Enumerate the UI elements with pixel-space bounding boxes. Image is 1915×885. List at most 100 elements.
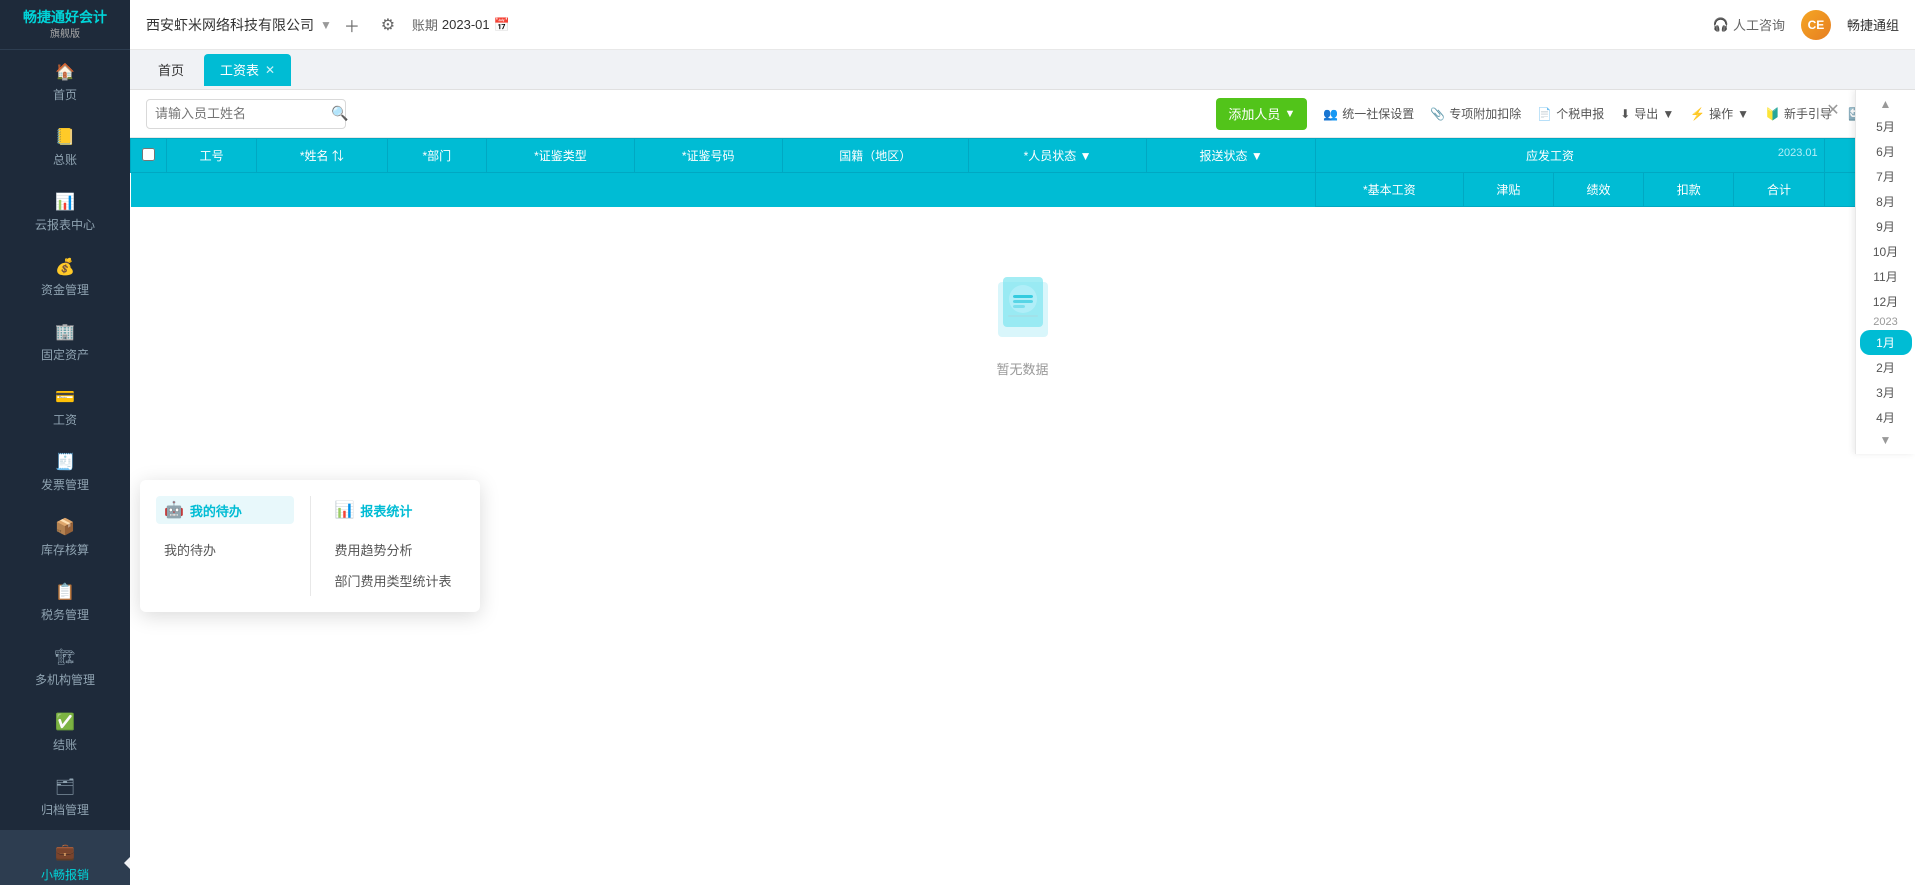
sidebar-item-home[interactable]: 🏠 首页 <box>0 50 130 115</box>
sidebar-label-salary: 工资 <box>53 411 77 428</box>
sidebar-item-cloud-report[interactable]: 📊 云报表中心 <box>0 180 130 245</box>
month-down-button[interactable]: ▼ <box>1872 430 1900 450</box>
month-item-6[interactable]: 6月 <box>1860 139 1912 164</box>
tax-report-icon: 📄 <box>1537 107 1552 121</box>
customer-service-button[interactable]: 🎧 人工咨询 <box>1713 15 1785 34</box>
sidebar-label-tax: 税务管理 <box>41 606 89 623</box>
inventory-icon: 📦 <box>55 517 75 537</box>
main-area: 西安虾米网络科技有限公司 ▼ ＋ ⚙ 账期 2023-01 📅 🎧 人工咨询 C… <box>130 0 1915 885</box>
close-panel-button[interactable]: ✕ <box>1821 98 1845 122</box>
tab-salary-table[interactable]: 工资表 ✕ <box>204 54 291 86</box>
popup-item-dept-cost[interactable]: 部门费用类型统计表 <box>327 565 465 596</box>
sidebar-item-tax[interactable]: 📋 税务管理 <box>0 570 130 635</box>
add-person-label: 添加人员 <box>1228 104 1280 123</box>
salary-icon: 💳 <box>55 387 75 407</box>
xiaochang-icon: 💼 <box>55 842 75 862</box>
month-item-10[interactable]: 10月 <box>1860 239 1912 264</box>
special-deduct-label: 专项附加扣除 <box>1449 105 1521 122</box>
operations-action[interactable]: ⚡ 操作 ▼ <box>1682 98 1757 130</box>
month-item-8[interactable]: 8月 <box>1860 189 1912 214</box>
add-person-button[interactable]: 添加人员 ▼ <box>1216 98 1307 130</box>
sidebar-label-cloud-report: 云报表中心 <box>35 216 95 233</box>
salary-table: 工号 *姓名 ⇅ *部门 *证鉴类型 *证鉴号码 国籍（地区） *人员状态 ▼ … <box>130 138 1915 438</box>
month-item-4[interactable]: 4月 <box>1860 405 1912 430</box>
sidebar-item-settlement[interactable]: ✅ 结账 <box>0 700 130 765</box>
social-security-action[interactable]: 👥 统一社保设置 <box>1315 98 1422 130</box>
archive-icon: 🗂 <box>55 777 75 797</box>
tab-close-icon[interactable]: ✕ <box>265 63 275 77</box>
sidebar-item-multi-org[interactable]: 🏗 多机构管理 <box>0 635 130 700</box>
month-item-1[interactable]: 1月 <box>1860 330 1912 355</box>
settings-icon[interactable]: ⚙ <box>376 13 400 37</box>
month-item-3[interactable]: 3月 <box>1860 380 1912 405</box>
month-item-11[interactable]: 11月 <box>1860 264 1912 289</box>
ledger-icon: 📒 <box>55 127 75 147</box>
sidebar-item-inventory[interactable]: 📦 库存核算 <box>0 505 130 570</box>
popup-todo-title[interactable]: 🤖 我的待办 <box>156 496 294 524</box>
tax-report-action[interactable]: 📄 个税申报 <box>1529 98 1612 130</box>
checkbox-th[interactable] <box>131 139 167 173</box>
sidebar-item-archive[interactable]: 🗂 归档管理 <box>0 765 130 830</box>
month-panel: ▲ 5月 6月 7月 8月 9月 10月 11月 12月 2023 1月 2月 … <box>1855 90 1915 454</box>
export-icon: ⬇ <box>1620 107 1630 121</box>
operations-label: 操作 <box>1709 105 1733 122</box>
user-name[interactable]: 畅捷通组 <box>1847 15 1899 34</box>
toolbar: 🔍 添加人员 ▼ 👥 统一社保设置 📎 专项附加扣除 <box>130 90 1915 138</box>
month-item-12[interactable]: 12月 <box>1860 289 1912 314</box>
employee-search-input[interactable] <box>155 106 331 121</box>
select-all-checkbox[interactable] <box>142 148 155 161</box>
sidebar-item-salary[interactable]: 💳 工资 <box>0 375 130 440</box>
col-deduction: 扣款 <box>1644 173 1734 207</box>
popup-item-my-todo[interactable]: 我的待办 <box>156 534 294 565</box>
empty-illustration <box>983 267 1063 347</box>
logo-text: 畅捷通好会计 <box>23 9 107 26</box>
month-item-9[interactable]: 9月 <box>1860 214 1912 239</box>
export-action[interactable]: ⬇ 导出 ▼ <box>1612 98 1682 130</box>
sidebar-item-xiaochang[interactable]: 💼 小畅报销 <box>0 830 130 885</box>
sidebar-label-fund: 资金管理 <box>41 281 89 298</box>
search-icon[interactable]: 🔍 <box>331 105 348 122</box>
sidebar-item-invoice[interactable]: 🧾 发票管理 <box>0 440 130 505</box>
fund-icon: 💰 <box>55 257 75 277</box>
col-salary-group: 应发工资 2023.01 <box>1316 139 1825 173</box>
col-base-salary: *基本工资 <box>1316 173 1464 207</box>
empty-state: 暂无数据 <box>131 207 1915 438</box>
tax-report-label: 个税申报 <box>1556 105 1604 122</box>
sidebar-item-fund[interactable]: 💰 资金管理 <box>0 245 130 310</box>
sidebar-item-ledger[interactable]: 📒 总账 <box>0 115 130 180</box>
company-selector[interactable]: 西安虾米网络科技有限公司 ▼ <box>146 15 332 35</box>
popup-report-title[interactable]: 📊 报表统计 <box>327 496 465 524</box>
col-person-status: *人员状态 ▼ <box>968 139 1146 173</box>
operations-icon: ⚡ <box>1690 107 1705 121</box>
popup-divider <box>310 496 311 596</box>
home-icon: 🏠 <box>55 62 75 82</box>
calendar-icon[interactable]: 📅 <box>494 17 510 33</box>
period-value: 2023-01 <box>442 17 490 32</box>
sidebar: 畅捷通好会计 旗舰版 🏠 首页 📒 总账 📊 云报表中心 💰 资金管理 <box>0 0 130 885</box>
cloud-report-icon: 📊 <box>55 192 75 212</box>
sidebar-label-settlement: 结账 <box>53 736 77 753</box>
top-bar-right: 🎧 人工咨询 CE 畅捷通组 <box>1713 10 1899 40</box>
add-person-dropdown-icon: ▼ <box>1284 108 1295 120</box>
special-deduct-icon: 📎 <box>1430 107 1445 121</box>
tab-home[interactable]: 首页 <box>142 54 200 86</box>
todo-title-label: 我的待办 <box>190 501 242 520</box>
avatar-initials: CE <box>1808 18 1825 32</box>
add-company-button[interactable]: ＋ <box>340 13 364 37</box>
sidebar-label-invoice: 发票管理 <box>41 476 89 493</box>
col-id-type: *证鉴类型 <box>487 139 635 173</box>
col-total: 合计 <box>1734 173 1824 207</box>
month-up-button[interactable]: ▲ <box>1872 94 1900 114</box>
sidebar-nav: 🏠 首页 📒 总账 📊 云报表中心 💰 资金管理 🏢 固定资产 💳 工资 <box>0 50 130 885</box>
export-arrow-icon: ▼ <box>1662 107 1674 121</box>
empty-text: 暂无数据 <box>996 359 1048 378</box>
col-nationality: 国籍（地区） <box>782 139 968 173</box>
popup-item-cost-trend[interactable]: 费用趋势分析 <box>327 534 465 565</box>
report-icon: 📊 <box>335 500 355 520</box>
special-deduct-action[interactable]: 📎 专项附加扣除 <box>1422 98 1529 130</box>
month-item-5[interactable]: 5月 <box>1860 114 1912 139</box>
sidebar-item-fixed-asset[interactable]: 🏢 固定资产 <box>0 310 130 375</box>
col-performance: 绩效 <box>1553 173 1643 207</box>
month-item-2[interactable]: 2月 <box>1860 355 1912 380</box>
month-item-7[interactable]: 7月 <box>1860 164 1912 189</box>
